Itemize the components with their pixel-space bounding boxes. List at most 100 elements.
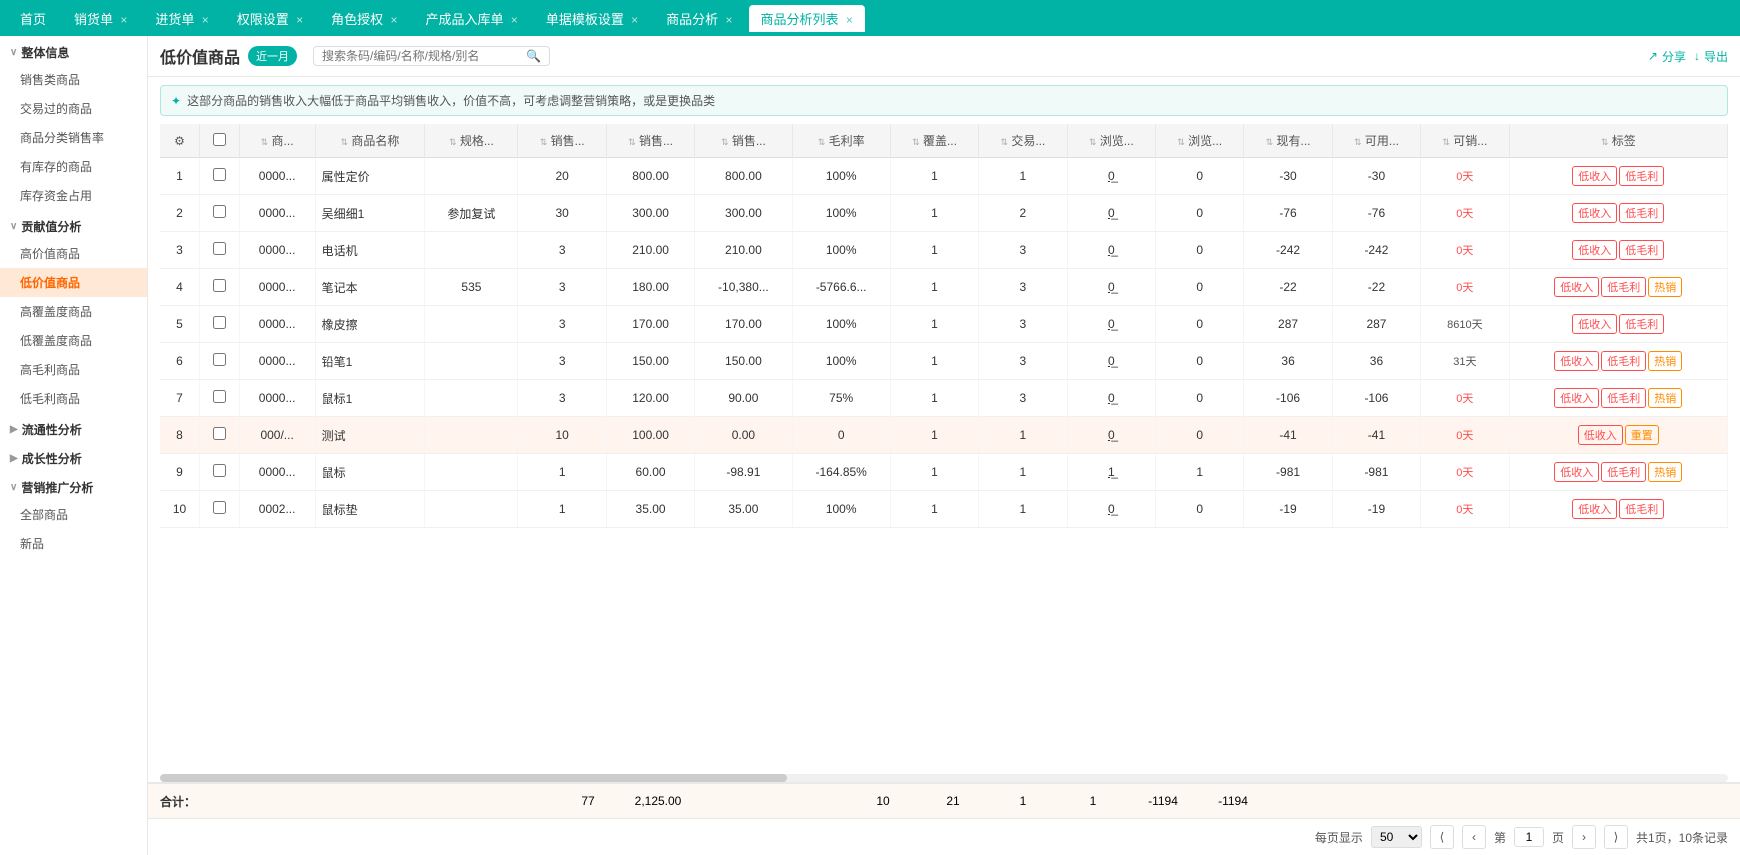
col-header-trade[interactable]: ⇅ 交易...	[979, 124, 1067, 158]
col-header-coverage[interactable]: ⇅ 覆盖...	[890, 124, 978, 158]
sidebar-item-有库存的商品[interactable]: 有库存的商品	[0, 152, 147, 181]
browse-link[interactable]: 0̲	[1108, 428, 1115, 442]
nav-item-商品分析列表[interactable]: 商品分析列表 ×	[749, 5, 865, 32]
browse-link[interactable]: 0̲	[1108, 280, 1115, 294]
col-header-checkbox[interactable]	[199, 124, 239, 158]
nav-item-产成品入库单[interactable]: 产成品入库单 ×	[413, 5, 529, 32]
nav-close-icon[interactable]: ×	[722, 13, 732, 27]
browse-link[interactable]: 0̲	[1108, 206, 1115, 220]
col-header-current[interactable]: ⇅ 现有...	[1244, 124, 1332, 158]
col-header-tags[interactable]: ⇅ 标签	[1509, 124, 1727, 158]
first-page-button[interactable]: ⟨	[1430, 825, 1454, 849]
nav-close-icon[interactable]: ×	[628, 13, 638, 27]
row-checkbox-input[interactable]	[213, 390, 226, 403]
col-header-saleable[interactable]: ⇅ 可销...	[1421, 124, 1509, 158]
sidebar-group-贡献值分析[interactable]: ∨ 贡献值分析	[0, 210, 147, 239]
product-name: 属性定价	[315, 158, 425, 195]
sidebar-item-高毛利商品[interactable]: 高毛利商品	[0, 355, 147, 384]
row-checkbox-input[interactable]	[213, 168, 226, 181]
time-badge[interactable]: 近一月	[248, 46, 297, 66]
row-checkbox-input[interactable]	[213, 501, 226, 514]
tag-badge: 重置	[1625, 425, 1659, 445]
browse-link[interactable]: 0̲	[1108, 391, 1115, 405]
current-stock: -19	[1244, 491, 1332, 528]
nav-item-销货单[interactable]: 销货单 ×	[62, 5, 139, 32]
sidebar-item-交易过的商品[interactable]: 交易过的商品	[0, 94, 147, 123]
tags: 低收入低毛利热销	[1509, 269, 1727, 306]
col-header-browse2[interactable]: ⇅ 浏览...	[1155, 124, 1243, 158]
col-header-name[interactable]: ⇅ 商品名称	[315, 124, 425, 158]
sidebar-item-新品[interactable]: 新品	[0, 529, 147, 558]
row-checkbox-input[interactable]	[213, 242, 226, 255]
browse-link[interactable]: 1̲	[1108, 465, 1115, 479]
nav-close-icon[interactable]: ×	[117, 13, 127, 27]
select-all-checkbox[interactable]	[213, 133, 226, 146]
browse-link[interactable]: 0̲	[1108, 243, 1115, 257]
nav-item-进货单[interactable]: 进货单 ×	[143, 5, 220, 32]
page-size-label: 每页显示	[1315, 829, 1363, 846]
scrollbar-thumb[interactable]	[160, 774, 787, 782]
table-container[interactable]: ⚙⇅ 商...⇅ 商品名称⇅ 规格...⇅ 销售...⇅ 销售...⇅ 销售..…	[148, 124, 1740, 774]
nav-close-icon[interactable]: ×	[843, 13, 853, 27]
export-button[interactable]: ↓ 导出	[1694, 48, 1728, 65]
nav-close-icon[interactable]: ×	[293, 13, 303, 27]
col-header-browse1[interactable]: ⇅ 浏览...	[1067, 124, 1155, 158]
nav-close-icon[interactable]: ×	[198, 13, 208, 27]
horizontal-scrollbar[interactable]	[160, 774, 1728, 782]
sidebar-item-全部商品[interactable]: 全部商品	[0, 500, 147, 529]
nav-close-icon[interactable]: ×	[507, 13, 517, 27]
page-size-select[interactable]: 5020100	[1371, 826, 1422, 848]
prev-page-button[interactable]: ‹	[1462, 825, 1486, 849]
sidebar-item-高覆盖度商品[interactable]: 高覆盖度商品	[0, 297, 147, 326]
last-page-button[interactable]: ⟩	[1604, 825, 1628, 849]
product-name: 笔记本	[315, 269, 425, 306]
sidebar-item-销售类商品[interactable]: 销售类商品	[0, 65, 147, 94]
settings-icon[interactable]: ⚙	[174, 134, 185, 148]
sidebar-item-低毛利商品[interactable]: 低毛利商品	[0, 384, 147, 413]
col-header-sales_amount[interactable]: ⇅ 销售...	[695, 124, 792, 158]
search-input[interactable]	[322, 49, 522, 63]
col-header-sales_qty[interactable]: ⇅ 销售...	[518, 124, 606, 158]
sidebar-group-整体信息[interactable]: ∨ 整体信息	[0, 36, 147, 65]
sidebar-item-商品分类销售率[interactable]: 商品分类销售率	[0, 123, 147, 152]
row-checkbox-input[interactable]	[213, 353, 226, 366]
browse-link[interactable]: 0̲	[1108, 169, 1115, 183]
sidebar-group-营销推广分析[interactable]: ∨ 营销推广分析	[0, 471, 147, 500]
next-page-button[interactable]: ›	[1572, 825, 1596, 849]
col-header-margin[interactable]: ⇅ 毛利率	[792, 124, 890, 158]
col-header-code[interactable]: ⇅ 商...	[239, 124, 315, 158]
nav-item-权限设置[interactable]: 权限设置 ×	[225, 5, 315, 32]
row-checkbox-input[interactable]	[213, 464, 226, 477]
sidebar-item-高价值商品[interactable]: 高价值商品	[0, 239, 147, 268]
col-header-settings[interactable]: ⚙	[160, 124, 199, 158]
sort-icon: ⇅	[721, 137, 729, 147]
nav-close-icon[interactable]: ×	[387, 13, 397, 27]
sidebar-item-库存资金占用[interactable]: 库存资金占用	[0, 181, 147, 210]
browse2: 0	[1155, 380, 1243, 417]
row-checkbox-input[interactable]	[213, 205, 226, 218]
col-header-sales_price[interactable]: ⇅ 销售...	[606, 124, 694, 158]
tag-badge: 热销	[1648, 388, 1682, 408]
sidebar-group-成长性分析[interactable]: ▶ 成长性分析	[0, 442, 147, 471]
sidebar-item-低价值商品[interactable]: 低价值商品	[0, 268, 147, 297]
nav-item-商品分析[interactable]: 商品分析 ×	[654, 5, 744, 32]
row-checkbox-input[interactable]	[213, 279, 226, 292]
browse-link[interactable]: 0̲	[1108, 317, 1115, 331]
sidebar-group-流通性分析[interactable]: ▶ 流通性分析	[0, 413, 147, 442]
nav-item-角色授权[interactable]: 角色授权 ×	[319, 5, 409, 32]
col-header-spec[interactable]: ⇅ 规格...	[425, 124, 518, 158]
row-checkbox-input[interactable]	[213, 427, 226, 440]
browse-link[interactable]: 0̲	[1108, 354, 1115, 368]
sales-qty: 30	[518, 195, 606, 232]
row-checkbox-input[interactable]	[213, 316, 226, 329]
row-number: 2	[160, 195, 199, 232]
share-button[interactable]: ↗ 分享	[1648, 48, 1686, 65]
browse-link[interactable]: 0̲	[1108, 502, 1115, 516]
col-header-available[interactable]: ⇅ 可用...	[1332, 124, 1420, 158]
sidebar: ∨ 整体信息销售类商品交易过的商品商品分类销售率有库存的商品库存资金占用∨ 贡献…	[0, 36, 148, 855]
days-value: 0天	[1456, 393, 1473, 405]
page-input[interactable]	[1514, 827, 1544, 847]
nav-item-首页[interactable]: 首页	[8, 5, 58, 32]
sidebar-item-低覆盖度商品[interactable]: 低覆盖度商品	[0, 326, 147, 355]
nav-item-单据模板设置[interactable]: 单据模板设置 ×	[534, 5, 650, 32]
